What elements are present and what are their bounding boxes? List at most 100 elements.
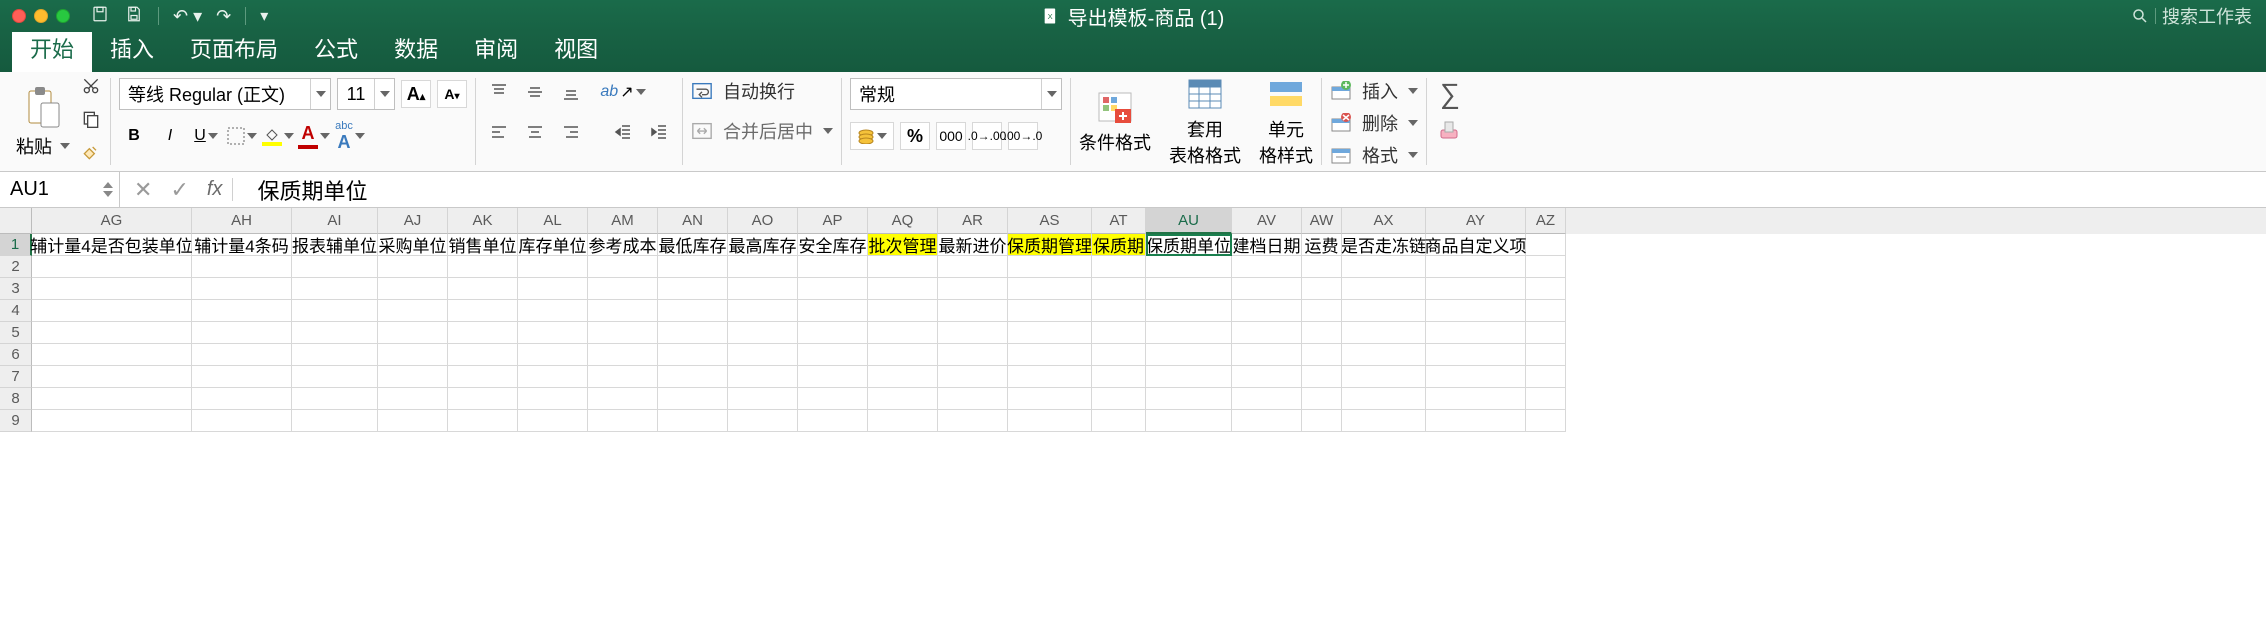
col-header-AU[interactable]: AU [1146, 208, 1232, 234]
cell-AI5[interactable] [292, 322, 378, 344]
cell-AS7[interactable] [1008, 366, 1092, 388]
cell-AH5[interactable] [192, 322, 292, 344]
cell-AX8[interactable] [1342, 388, 1426, 410]
row-header-6[interactable]: 6 [0, 344, 32, 366]
cell-AS3[interactable] [1008, 278, 1092, 300]
cell-AH2[interactable] [192, 256, 292, 278]
cell-AY2[interactable] [1426, 256, 1526, 278]
cell-AO2[interactable] [728, 256, 798, 278]
cell-AP9[interactable] [798, 410, 868, 432]
cell-AV9[interactable] [1232, 410, 1302, 432]
cell-AT5[interactable] [1092, 322, 1146, 344]
row-header-9[interactable]: 9 [0, 410, 32, 432]
copy-icon[interactable] [80, 109, 102, 134]
cell-AV5[interactable] [1232, 322, 1302, 344]
orientation-button[interactable]: ab↗ [608, 78, 638, 106]
cell-AV1[interactable]: 建档日期 [1232, 234, 1302, 256]
cell-AR7[interactable] [938, 366, 1008, 388]
increase-decimal-icon[interactable]: .0→.00 [972, 122, 1002, 150]
decrease-font-icon[interactable]: A▾ [437, 80, 467, 108]
cell-AH6[interactable] [192, 344, 292, 366]
cell-AX2[interactable] [1342, 256, 1426, 278]
cell-AW8[interactable] [1302, 388, 1342, 410]
enter-formula-icon[interactable]: ✓ [170, 177, 188, 203]
cell-AI1[interactable]: 报表辅单位 [292, 234, 378, 256]
cell-AL5[interactable] [518, 322, 588, 344]
cell-AH1[interactable]: 辅计量4条码 [192, 234, 292, 256]
col-header-AX[interactable]: AX [1342, 208, 1426, 234]
col-header-AT[interactable]: AT [1092, 208, 1146, 234]
cell-AO1[interactable]: 最高库存 [728, 234, 798, 256]
cell-AP3[interactable] [798, 278, 868, 300]
number-format-select[interactable] [850, 78, 1062, 110]
format-as-table-button[interactable]: 套用 表格格式 [1169, 76, 1241, 168]
cell-AI7[interactable] [292, 366, 378, 388]
cell-AM3[interactable] [588, 278, 658, 300]
delete-cells-button[interactable]: 删除 [1330, 110, 1418, 136]
merge-center-button[interactable]: 合并后居中 [691, 118, 833, 144]
cell-AI2[interactable] [292, 256, 378, 278]
cell-AM4[interactable] [588, 300, 658, 322]
cell-AZ4[interactable] [1526, 300, 1566, 322]
spreadsheet-grid[interactable]: AGAHAIAJAKALAMANAOAPAQARASATAUAVAWAXAYAZ… [0, 208, 2266, 432]
align-right-icon[interactable] [556, 118, 586, 146]
cell-AJ8[interactable] [378, 388, 448, 410]
col-header-AI[interactable]: AI [292, 208, 378, 234]
cell-AL9[interactable] [518, 410, 588, 432]
cell-AW2[interactable] [1302, 256, 1342, 278]
cell-AQ5[interactable] [868, 322, 938, 344]
col-header-AN[interactable]: AN [658, 208, 728, 234]
cell-AM2[interactable] [588, 256, 658, 278]
cell-AS1[interactable]: 保质期管理 [1008, 234, 1092, 256]
currency-button[interactable] [850, 122, 894, 150]
cell-AK7[interactable] [448, 366, 518, 388]
col-header-AQ[interactable]: AQ [868, 208, 938, 234]
cell-AT4[interactable] [1092, 300, 1146, 322]
cell-AR3[interactable] [938, 278, 1008, 300]
conditional-format-button[interactable]: 条件格式 [1079, 89, 1151, 155]
align-top-icon[interactable] [484, 78, 514, 106]
row-header-2[interactable]: 2 [0, 256, 32, 278]
align-middle-icon[interactable] [520, 78, 550, 106]
cell-AZ6[interactable] [1526, 344, 1566, 366]
col-header-AO[interactable]: AO [728, 208, 798, 234]
cell-AP2[interactable] [798, 256, 868, 278]
select-all-corner[interactable] [0, 208, 32, 234]
col-header-AS[interactable]: AS [1008, 208, 1092, 234]
cell-AX5[interactable] [1342, 322, 1426, 344]
col-header-AG[interactable]: AG [32, 208, 192, 234]
format-cells-button[interactable]: 格式 [1330, 142, 1418, 168]
col-header-AZ[interactable]: AZ [1526, 208, 1566, 234]
cell-AN1[interactable]: 最低库存 [658, 234, 728, 256]
cell-AM5[interactable] [588, 322, 658, 344]
cell-AN3[interactable] [658, 278, 728, 300]
cell-AY9[interactable] [1426, 410, 1526, 432]
cell-AK2[interactable] [448, 256, 518, 278]
decrease-indent-icon[interactable] [608, 118, 638, 146]
cell-AO6[interactable] [728, 344, 798, 366]
bold-button[interactable]: B [119, 122, 149, 150]
cell-AU3[interactable] [1146, 278, 1232, 300]
cell-AK4[interactable] [448, 300, 518, 322]
cell-AJ1[interactable]: 采购单位 [378, 234, 448, 256]
cell-AL8[interactable] [518, 388, 588, 410]
close-window[interactable] [12, 9, 26, 23]
cancel-formula-icon[interactable]: ✕ [134, 177, 152, 203]
cell-AX7[interactable] [1342, 366, 1426, 388]
cell-AY5[interactable] [1426, 322, 1526, 344]
cell-AJ3[interactable] [378, 278, 448, 300]
cell-AY3[interactable] [1426, 278, 1526, 300]
align-center-icon[interactable] [520, 118, 550, 146]
cell-AG9[interactable] [32, 410, 192, 432]
col-header-AM[interactable]: AM [588, 208, 658, 234]
cell-AR5[interactable] [938, 322, 1008, 344]
cell-AH8[interactable] [192, 388, 292, 410]
cell-AZ5[interactable] [1526, 322, 1566, 344]
cell-AQ1[interactable]: 批次管理 [868, 234, 938, 256]
underline-button[interactable]: U [191, 122, 221, 150]
cell-AS6[interactable] [1008, 344, 1092, 366]
cell-AT6[interactable] [1092, 344, 1146, 366]
cell-AY6[interactable] [1426, 344, 1526, 366]
cell-AI3[interactable] [292, 278, 378, 300]
align-bottom-icon[interactable] [556, 78, 586, 106]
